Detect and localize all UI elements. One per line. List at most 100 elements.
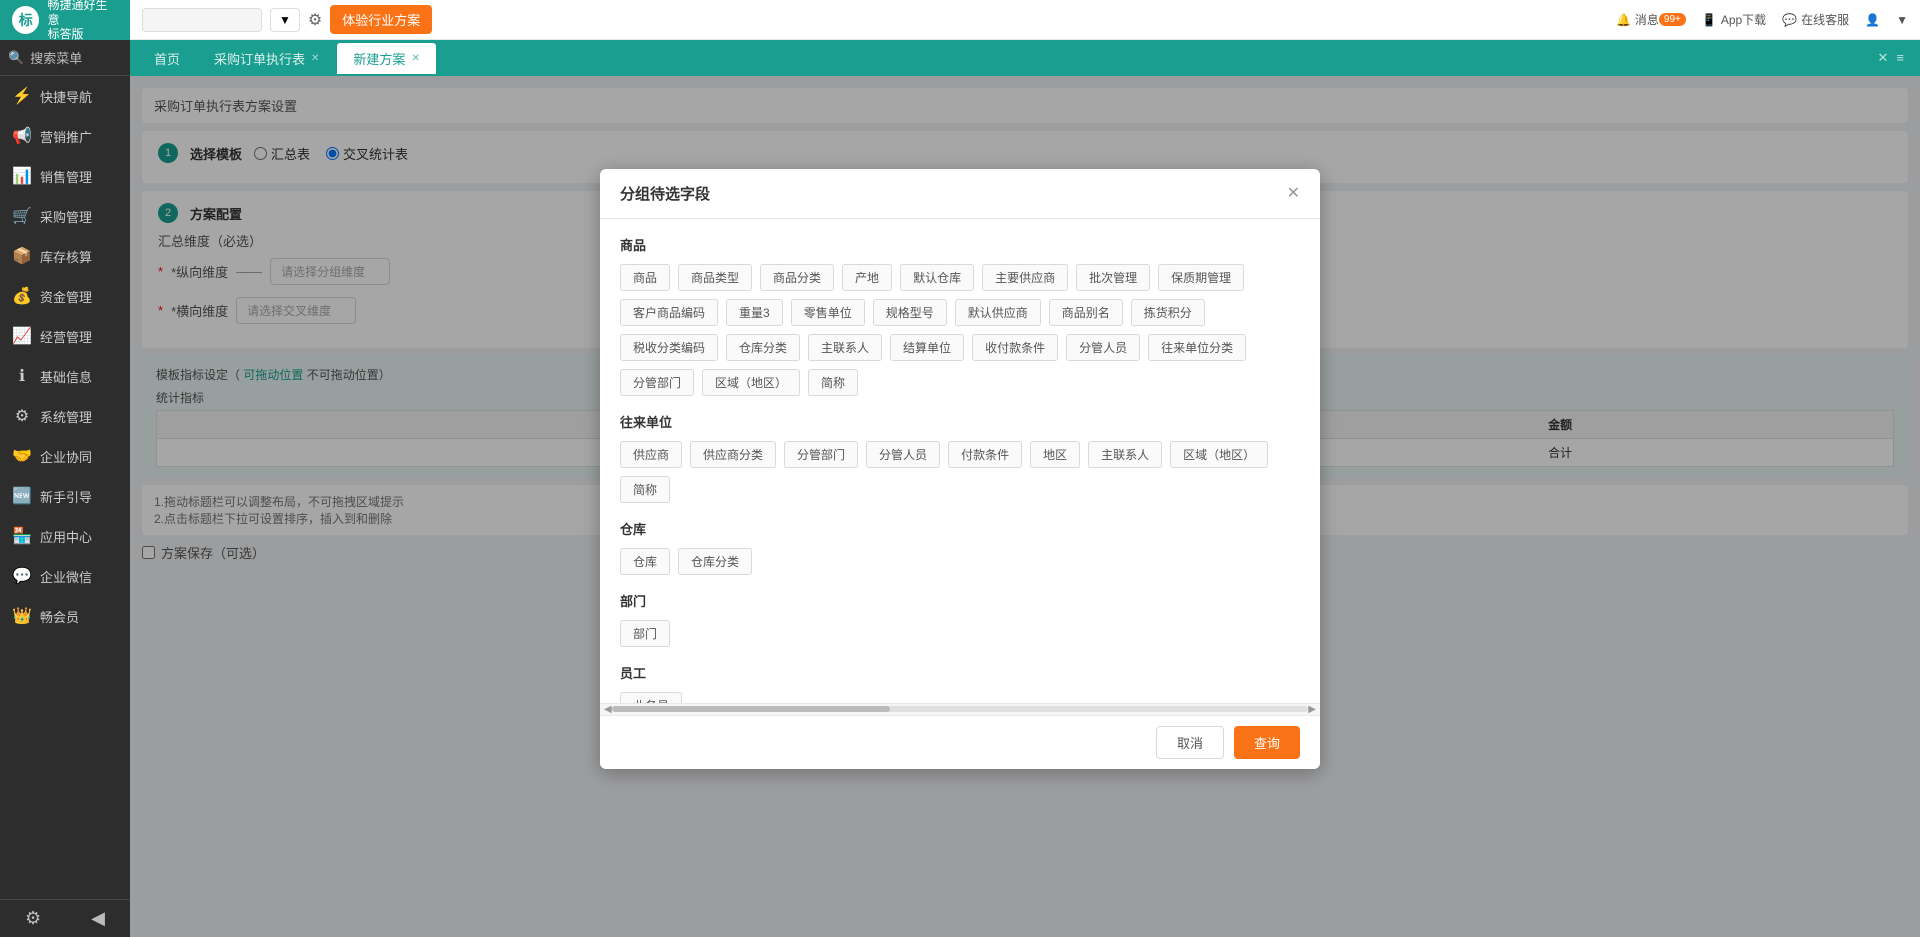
sidebar-item-基础信息[interactable]: ℹ基础信息 — [0, 356, 130, 396]
header-gear-icon[interactable]: ⚙ — [308, 10, 322, 30]
modal-header: 分组待选字段 ✕ — [600, 169, 1320, 219]
scrollbar-thumb — [612, 706, 891, 712]
field-tag[interactable]: 收付款条件 — [972, 334, 1058, 361]
sidebar-item-icon: 📈 — [12, 326, 32, 346]
sidebar-item-icon: 🆕 — [12, 486, 32, 506]
avatar[interactable]: 👤 — [1865, 13, 1880, 27]
section-title: 部门 — [620, 591, 1300, 610]
field-tag[interactable]: 商品类型 — [678, 264, 752, 291]
field-tag[interactable]: 分管人员 — [1066, 334, 1140, 361]
sidebar-item-企业微信[interactable]: 💬企业微信 — [0, 556, 130, 596]
field-tag[interactable]: 税收分类编码 — [620, 334, 718, 361]
tab-close-icon[interactable]: ✕ — [1878, 50, 1889, 66]
cancel-button[interactable]: 取消 — [1156, 726, 1224, 759]
sidebar-search[interactable]: 🔍 搜索菜单 — [0, 40, 130, 76]
sidebar-item-icon: ℹ — [12, 366, 32, 386]
sidebar-item-快捷导航[interactable]: ⚡快捷导航 — [0, 76, 130, 116]
sidebar-item-畅会员[interactable]: 👑 畅会员 — [0, 596, 130, 636]
sidebar-item-label: 畅会员 — [40, 607, 79, 626]
modal-close-icon[interactable]: ✕ — [1287, 183, 1300, 203]
sidebar-item-label: 采购管理 — [40, 207, 92, 226]
experience-button[interactable]: 体验行业方案 — [330, 5, 432, 34]
sidebar-item-采购管理[interactable]: 🛒采购管理 — [0, 196, 130, 236]
field-tags: 部门 — [620, 620, 1300, 647]
logo-icon: 标 — [12, 6, 39, 34]
field-tag[interactable]: 结算单位 — [890, 334, 964, 361]
sidebar-item-资金管理[interactable]: 💰资金管理 — [0, 276, 130, 316]
field-tag[interactable]: 往来单位分类 — [1148, 334, 1246, 361]
field-section-仓库: 仓库仓库仓库分类 — [620, 519, 1300, 575]
sidebar-item-icon: ⚡ — [12, 86, 32, 106]
modal-title: 分组待选字段 — [620, 183, 710, 204]
field-tag[interactable]: 商品别名 — [1049, 299, 1123, 326]
field-tag[interactable]: 分管部门 — [784, 441, 858, 468]
sidebar-item-企业协同[interactable]: 🤝企业协同 — [0, 436, 130, 476]
field-tag[interactable]: 业务员 — [620, 692, 682, 703]
sidebar-item-销售管理[interactable]: 📊销售管理 — [0, 156, 130, 196]
tab-more-icon[interactable]: ≡ — [1896, 50, 1904, 66]
sidebar-item-label: 新手引导 — [40, 487, 92, 506]
collapse-icon[interactable]: ◀ — [91, 908, 105, 929]
field-tag[interactable]: 部门 — [620, 620, 670, 647]
field-tag[interactable]: 分管人员 — [866, 441, 940, 468]
field-section-商品: 商品商品商品类型商品分类产地默认仓库主要供应商批次管理保质期管理客户商品编码重量… — [620, 235, 1300, 396]
field-tag[interactable]: 主联系人 — [808, 334, 882, 361]
tab-close-btn[interactable]: ✕ — [311, 53, 319, 64]
field-tag[interactable]: 默认仓库 — [900, 264, 974, 291]
field-tag[interactable]: 仓库 — [620, 548, 670, 575]
field-tag[interactable]: 仓库分类 — [678, 548, 752, 575]
settings-icon[interactable]: ⚙ — [25, 908, 41, 929]
download-icon: 📱 — [1702, 13, 1717, 27]
sidebar-item-新手引导[interactable]: 🆕 新手引导 — [0, 476, 130, 516]
notification-icon: 🔔 — [1616, 13, 1631, 27]
field-tag[interactable]: 主要供应商 — [982, 264, 1068, 291]
field-tag[interactable]: 分管部门 — [620, 369, 694, 396]
field-tag[interactable]: 拣货积分 — [1131, 299, 1205, 326]
sidebar-item-库存核算[interactable]: 📦库存核算 — [0, 236, 130, 276]
app-download-btn[interactable]: 📱 App下载 — [1702, 11, 1766, 28]
notification-btn[interactable]: 🔔 消息 99+ — [1616, 11, 1686, 28]
tab-label: 新建方案 — [353, 49, 405, 68]
nav-tab-采购订单执行表[interactable]: 采购订单执行表✕ — [198, 43, 335, 74]
top-header: ▼ ⚙ 体验行业方案 🔔 消息 99+ 📱 App下载 💬 在线客服 👤 ▼ — [130, 0, 1920, 40]
sidebar-logo: 标 畅捷通好生意 标答版 — [0, 0, 130, 40]
field-tag[interactable]: 保质期管理 — [1158, 264, 1244, 291]
field-tags: 供应商供应商分类分管部门分管人员付款条件地区主联系人区域（地区） 简称 — [620, 441, 1300, 503]
sidebar-item-应用中心[interactable]: 🏪应用中心 — [0, 516, 130, 556]
field-tag[interactable]: 批次管理 — [1076, 264, 1150, 291]
scrollbar-left-arrow[interactable]: ◀ — [604, 704, 612, 715]
user-menu-icon[interactable]: ▼ — [1896, 13, 1908, 27]
sidebar-item-icon: 📦 — [12, 246, 32, 266]
header-dropdown-btn[interactable]: ▼ — [270, 8, 300, 32]
field-tag[interactable]: 简称 — [808, 369, 858, 396]
online-service-btn[interactable]: 💬 在线客服 — [1782, 11, 1849, 28]
field-tag[interactable]: 供应商 — [620, 441, 682, 468]
sidebar-item-icon: 👑 — [12, 606, 32, 626]
field-tag[interactable]: 地区 — [1030, 441, 1080, 468]
field-tag[interactable]: 主联系人 — [1088, 441, 1162, 468]
field-tag[interactable]: 付款条件 — [948, 441, 1022, 468]
field-tag[interactable]: 默认供应商 — [955, 299, 1041, 326]
field-tag[interactable]: 商品 — [620, 264, 670, 291]
sidebar-item-经营管理[interactable]: 📈经营管理 — [0, 316, 130, 356]
confirm-button[interactable]: 查询 — [1234, 726, 1300, 759]
field-tag[interactable]: 商品分类 — [760, 264, 834, 291]
field-section-部门: 部门部门 — [620, 591, 1300, 647]
field-tag[interactable]: 仓库分类 — [726, 334, 800, 361]
nav-tab-新建方案[interactable]: 新建方案 ✕ — [337, 43, 435, 74]
sidebar-item-系统管理[interactable]: ⚙系统管理 — [0, 396, 130, 436]
field-tag[interactable]: 供应商分类 — [690, 441, 776, 468]
field-tag[interactable]: 规格型号 — [873, 299, 947, 326]
nav-tab-首页[interactable]: 首页 — [138, 43, 196, 74]
header-search-input[interactable] — [142, 8, 262, 32]
field-tag[interactable]: 区域（地区） — [1170, 441, 1268, 468]
field-tag[interactable]: 零售单位 — [791, 299, 865, 326]
field-tag[interactable]: 重量3 — [726, 299, 783, 326]
tab-close-btn[interactable]: ✕ — [411, 53, 419, 64]
field-tag[interactable]: 客户商品编码 — [620, 299, 718, 326]
field-tag[interactable]: 区域（地区） — [702, 369, 800, 396]
field-tag[interactable]: 简称 — [620, 476, 670, 503]
scrollbar-right-arrow[interactable]: ▶ — [1308, 704, 1316, 715]
field-tag[interactable]: 产地 — [842, 264, 892, 291]
sidebar-item-营销推广[interactable]: 📢营销推广 — [0, 116, 130, 156]
